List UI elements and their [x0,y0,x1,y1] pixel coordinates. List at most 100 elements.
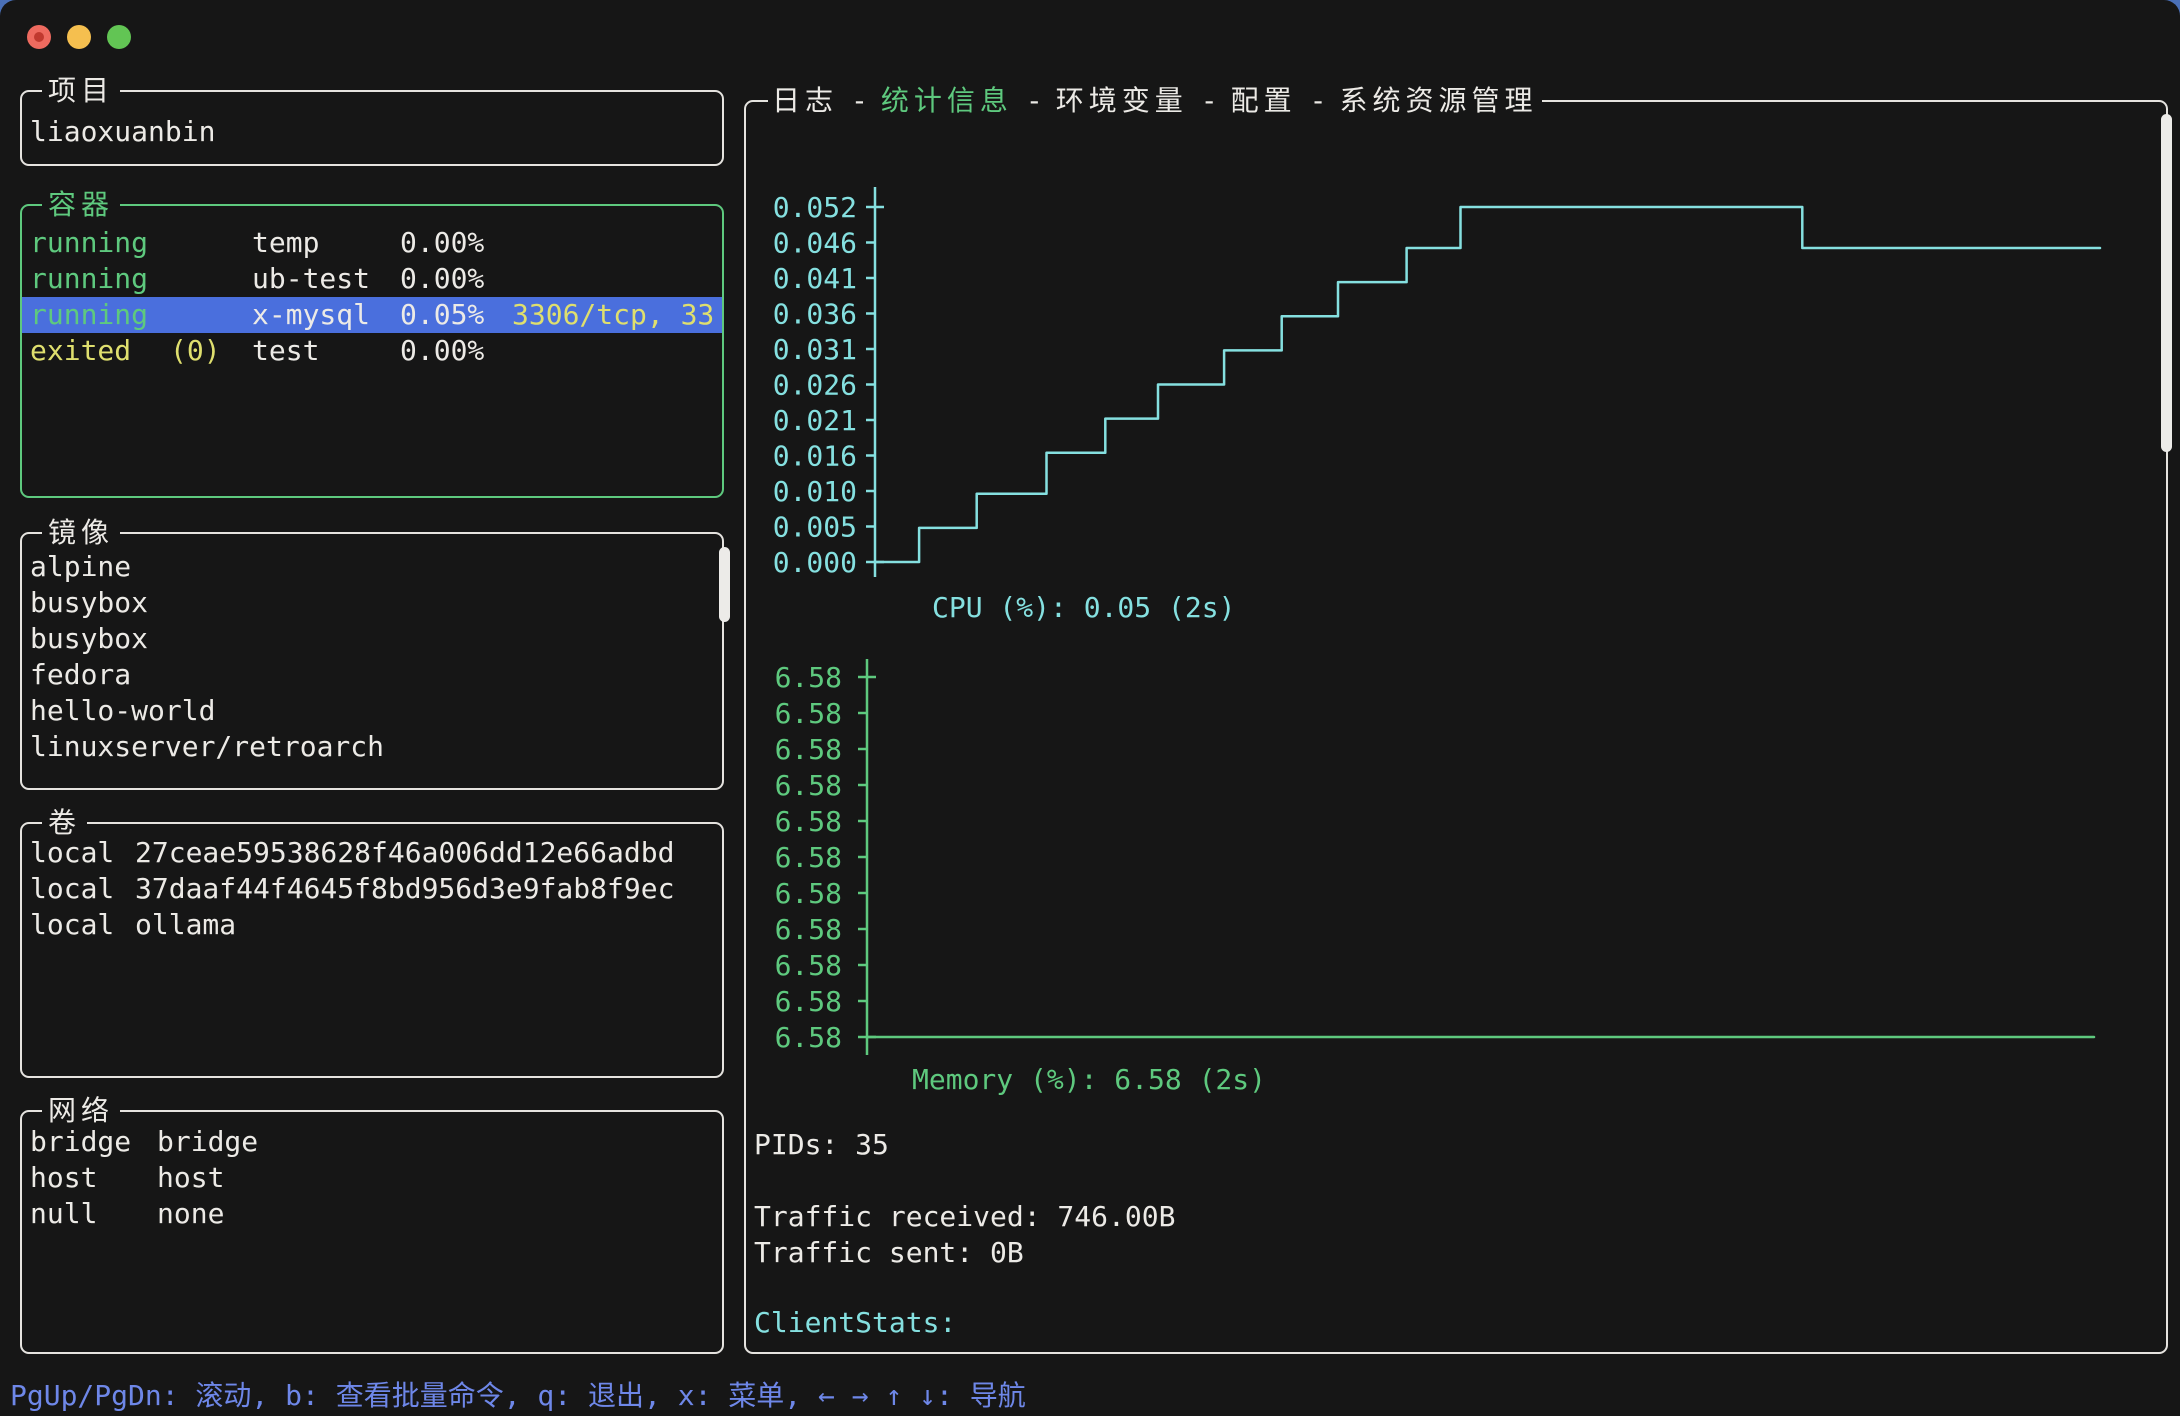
image-name: hello-world [30,694,216,727]
table-row[interactable]: local 37daaf44f4645f8bd956d3e9fab8f9ec [22,871,722,907]
table-row[interactable]: running temp 0.00% [22,225,722,261]
tab-1[interactable]: 日志 [768,82,843,120]
image-name: alpine [30,550,132,583]
table-row[interactable]: fedora [22,657,722,693]
image-name: linuxserver/retroarch [30,730,385,763]
svg-text:Memory (%): 6.58 (2s): Memory (%): 6.58 (2s) [912,1063,1266,1096]
svg-text:6.58: 6.58 [775,949,842,982]
image-name: fedora [30,658,132,691]
tab-3[interactable]: 环境变量 [1051,82,1192,120]
svg-text:0.031: 0.031 [773,333,857,366]
memory-chart: 6.586.586.586.586.586.586.586.586.586.58… [775,659,2096,1096]
volume-name: 37daaf44f4645f8bd956d3e9fab8f9ec [135,872,675,905]
network-name: bridge [157,1125,259,1158]
table-row[interactable]: liaoxuanbin [22,114,722,150]
zoom-button[interactable] [107,25,131,49]
tab-separator: - [1016,82,1052,120]
container-name: ub-test [252,262,371,295]
table-row[interactable]: running x-mysql 0.05% 3306/tcp, 33 [22,297,722,333]
volume-driver: local [30,872,115,905]
panel-project-body: liaoxuanbin [22,92,722,164]
image-name: busybox [30,586,149,619]
panel-images[interactable]: 镜像 alpine busybox busybox fedora hello-world… [20,514,730,790]
svg-text:0.052: 0.052 [773,191,857,224]
close-button[interactable] [27,25,51,49]
svg-text:0.005: 0.005 [773,511,857,544]
table-row[interactable]: alpine [22,549,722,585]
minimize-button[interactable] [67,25,91,49]
svg-text:0.010: 0.010 [773,475,857,508]
table-row[interactable]: busybox [22,621,722,657]
svg-text:0.046: 0.046 [773,227,857,260]
svg-text:6.58: 6.58 [775,805,842,838]
images-scrollbar-thumb[interactable] [719,547,730,622]
table-row[interactable]: exited (0) test 0.00% [22,333,722,369]
container-name: temp [252,226,320,259]
app-window: 项目 liaoxuanbin 容器 running temp 0.00% runnin… [0,0,2180,1416]
pids-stat: PIDs: 35 [754,1128,889,1161]
container-cpu: 0.00% [400,226,485,259]
panel-containers-body: running temp 0.00% running ub-test 0.00% runni… [22,206,722,496]
tab-separator: - [842,82,877,120]
panel-project[interactable]: 项目 liaoxuanbin [20,72,724,166]
container-status: running [30,226,149,259]
container-name: test [252,334,320,367]
container-cpu: 0.00% [400,262,485,295]
tab-5[interactable]: 系统资源管理 [1335,82,1542,120]
network-name: none [157,1197,225,1230]
network-name: host [157,1161,225,1194]
traffic-received-stat: Traffic received: 746.00B [754,1200,1176,1233]
client-stats-label: ClientStats: [754,1306,957,1339]
table-row[interactable]: host host [22,1160,722,1196]
table-row[interactable]: busybox [22,585,722,621]
network-driver: host [30,1161,98,1194]
statusbar-right: 捐赠0.24.1 [1905,1378,2154,1416]
panel-detail[interactable]: 日志 - 统计信息 - 环境变量 - 配置 - 系统资源管理 0.052 0.046 0.041 0.… [744,82,2172,1354]
svg-text:0.021: 0.021 [773,404,857,437]
cpu-chart: 0.0520.0460.0410.0360.0310.0260.0210.016… [773,187,2102,624]
detail-scrollbar-thumb[interactable] [2161,114,2172,452]
image-name: busybox [30,622,149,655]
table-row[interactable]: local 27ceae59538628f46a006dd12e66adbd [22,835,722,871]
svg-text:6.58: 6.58 [775,733,842,766]
svg-text:6.58: 6.58 [775,841,842,874]
svg-text:CPU (%): 0.05 (2s): CPU (%): 0.05 (2s) [932,591,1235,624]
container-exit-code: (0) [170,334,221,367]
svg-text:0.000: 0.000 [773,546,857,579]
panel-networks[interactable]: 网络 bridge bridge host host null none [20,1092,724,1354]
container-ports: 3306/tcp, 33 [512,298,715,331]
volume-driver: local [30,836,115,869]
svg-text:6.58: 6.58 [775,985,842,1018]
table-row[interactable]: hello-world [22,693,722,729]
tab-2[interactable]: 统计信息 [876,82,1017,120]
svg-text:0.026: 0.026 [773,369,857,402]
container-status: running [30,262,149,295]
tab-4[interactable]: 配置 [1226,82,1301,120]
container-status: exited [30,334,132,367]
panel-volumes-body: local 27ceae59538628f46a006dd12e66adbd loc… [22,824,722,1076]
svg-text:6.58: 6.58 [775,1021,842,1054]
titlebar [0,0,2180,52]
table-row[interactable]: linuxserver/retroarch [22,729,722,765]
svg-text:6.58: 6.58 [775,697,842,730]
table-row[interactable]: bridge bridge [22,1124,722,1160]
panel-containers[interactable]: 容器 running temp 0.00% running ub-test 0.00% ru… [20,186,724,498]
svg-text:6.58: 6.58 [775,769,842,802]
volume-name: 27ceae59538628f46a006dd12e66adbd [135,836,675,869]
svg-text:6.58: 6.58 [775,877,842,910]
keybindings-help: PgUp/PgDn: 滚动, b: 查看批量命令, q: 退出, x: 菜单, … [10,1379,1026,1412]
project-name: liaoxuanbin [30,115,216,148]
svg-text:0.016: 0.016 [773,440,857,473]
tab-separator: - [1191,82,1227,120]
panel-images-body: alpine busybox busybox fedora hello-world lin… [22,534,722,788]
svg-text:6.58: 6.58 [775,661,842,694]
traffic-sent-stat: Traffic sent: 0B [754,1236,1024,1269]
table-row[interactable]: null none [22,1196,722,1232]
panel-networks-body: bridge bridge host host null none [22,1112,722,1352]
network-driver: null [30,1197,98,1230]
table-row[interactable]: running ub-test 0.00% [22,261,722,297]
container-cpu: 0.05% [400,298,485,331]
svg-text:0.041: 0.041 [773,262,857,295]
table-row[interactable]: local ollama [22,907,722,943]
panel-volumes[interactable]: 卷 local 27ceae59538628f46a006dd12e66adbd l… [20,804,724,1078]
